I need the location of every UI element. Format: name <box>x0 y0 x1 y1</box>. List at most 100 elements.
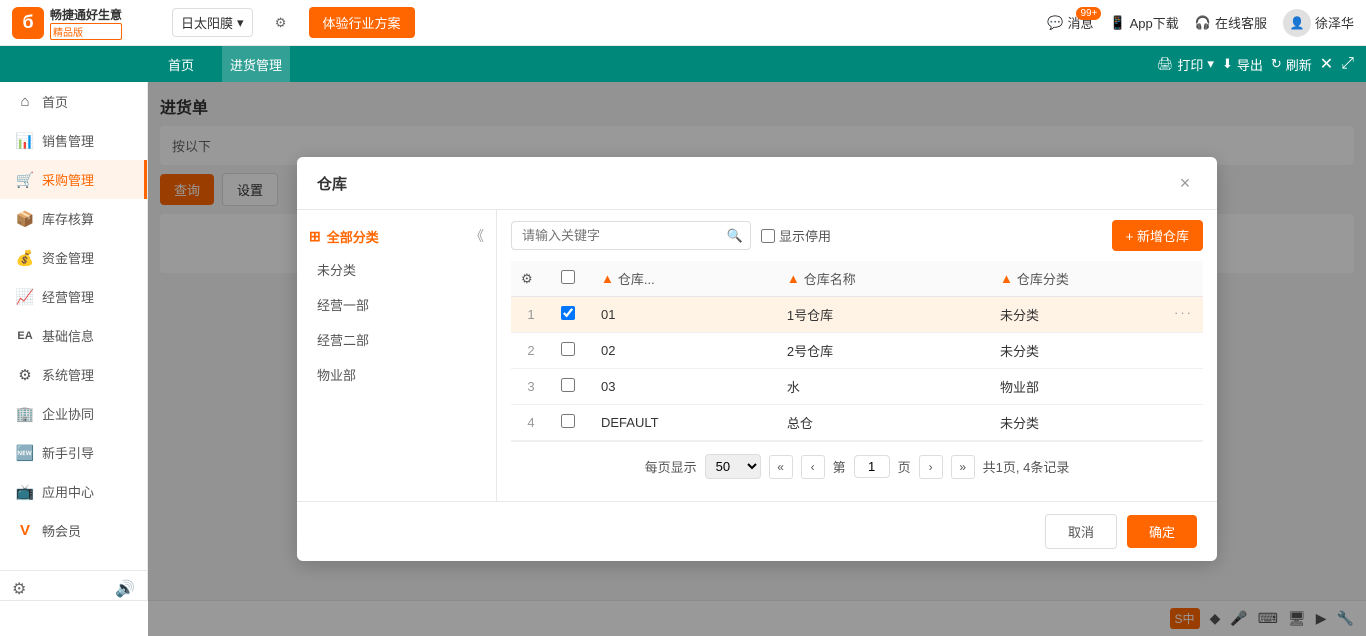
app-download-item[interactable]: 📱 App下载 <box>1109 13 1178 32</box>
sort-icon-category: ▲ <box>1000 271 1013 286</box>
category-item-ops2[interactable]: 经营二部 <box>297 322 496 357</box>
notification-item[interactable]: 💬 消息 99+ <box>1047 13 1093 32</box>
print-action[interactable]: 🖨 打印 ▾ <box>1157 55 1214 74</box>
purchase-icon: 🛒 <box>16 171 34 189</box>
modal-close-button[interactable]: × <box>1173 171 1197 195</box>
show-disabled-checkbox-label[interactable]: 显示停用 <box>761 226 831 245</box>
row-code-1: 02 <box>591 333 777 369</box>
page-number-input[interactable] <box>854 455 890 478</box>
home-icon: ⌂ <box>16 93 34 111</box>
content-area: 进货单 按以下 查询 设置 暂无数据 仓库 × <box>148 82 1366 636</box>
search-input-wrap: 🔍 <box>511 221 751 250</box>
first-page-button[interactable]: « <box>769 455 793 479</box>
trial-button[interactable]: 体验行业方案 <box>309 7 415 38</box>
modal-table-wrapper: ⚙ ▲ 仓库... <box>511 261 1203 441</box>
show-disabled-checkbox[interactable] <box>761 229 775 243</box>
all-category-button[interactable]: ⊞ 全部分类 <box>309 227 379 246</box>
second-nav-actions: 🖨 打印 ▾ ⬇ 导出 ↻ 刷新 ✕ ⤢ <box>1157 54 1354 74</box>
sales-icon: 📊 <box>16 132 34 150</box>
table-row[interactable]: 1 01 1号仓库 未分类 ··· <box>511 297 1203 333</box>
avatar: 👤 <box>1283 9 1311 37</box>
row-name-3: 总仓 <box>777 405 990 441</box>
row-category-0: 未分类 ··· <box>990 297 1203 333</box>
collapse-icon[interactable]: 《 <box>470 226 484 246</box>
export-action[interactable]: ⬇ 导出 <box>1222 55 1263 74</box>
modal-title: 仓库 <box>317 173 347 194</box>
tab-purchase[interactable]: 进货管理 <box>222 46 290 82</box>
sidebar-item-appcenter[interactable]: 📺 应用中心 <box>0 472 147 511</box>
row-checkbox-1[interactable] <box>551 333 591 369</box>
tab-home[interactable]: 首页 <box>160 46 202 82</box>
sidebar-item-base[interactable]: EA 基础信息 <box>0 316 147 355</box>
close-tab-button[interactable]: ✕ <box>1320 54 1333 74</box>
search-icon[interactable]: 🔍 <box>727 228 743 244</box>
user-item[interactable]: 👤 徐泽华 <box>1283 9 1354 37</box>
print-icon: 🖨 <box>1157 56 1174 72</box>
guide-icon: 🆕 <box>16 444 34 462</box>
online-service-item[interactable]: 🎧 在线客服 <box>1195 13 1267 32</box>
modal-header: 仓库 × <box>297 157 1217 210</box>
sort-icon-name: ▲ <box>787 271 800 286</box>
sidebar-item-purchase[interactable]: 🛒 采购管理 <box>0 160 147 199</box>
refresh-icon: ↻ <box>1271 56 1282 72</box>
table-row[interactable]: 4 DEFAULT 总仓 未分类 <box>511 405 1203 441</box>
sidebar-item-company[interactable]: 🏢 企业协同 <box>0 394 147 433</box>
sidebar: ⌂ 首页 📊 销售管理 🛒 采购管理 📦 库存核算 💰 资金管理 📈 经营管理 … <box>0 82 148 636</box>
logo-icon: б <box>12 7 44 39</box>
category-item-property[interactable]: 物业部 <box>297 357 496 392</box>
sidebar-item-system[interactable]: ⚙ 系统管理 <box>0 355 147 394</box>
sidebar-item-home[interactable]: ⌂ 首页 <box>0 82 147 121</box>
sidebar-item-sales[interactable]: 📊 销售管理 <box>0 121 147 160</box>
table-row[interactable]: 2 02 2号仓库 未分类 <box>511 333 1203 369</box>
prev-page-button[interactable]: ‹ <box>801 455 825 479</box>
member-icon: V <box>16 522 34 540</box>
nav-right: 💬 消息 99+ 📱 App下载 🎧 在线客服 👤 徐泽华 <box>1047 9 1354 37</box>
add-warehouse-button[interactable]: + 新增仓库 <box>1112 220 1203 251</box>
modal-footer: 取消 确定 <box>297 501 1217 561</box>
cancel-button[interactable]: 取消 <box>1045 514 1117 549</box>
headset-icon: 🎧 <box>1195 15 1211 31</box>
row-name-2: 水 <box>777 369 990 405</box>
modal-body: ⊞ 全部分类 《 未分类 经营一部 经营二部 物业部 <box>297 210 1217 501</box>
row-no-1: 2 <box>511 333 551 369</box>
expand-button[interactable]: ⤢ <box>1341 55 1354 73</box>
refresh-action[interactable]: ↻ 刷新 <box>1271 55 1312 74</box>
sidebar-item-member[interactable]: V 畅会员 <box>0 511 147 550</box>
row-checkbox-2[interactable] <box>551 369 591 405</box>
category-item-unclassified[interactable]: 未分类 <box>297 252 496 287</box>
row-checkbox-0[interactable] <box>551 297 591 333</box>
table-row[interactable]: 3 03 水 物业部 <box>511 369 1203 405</box>
sidebar-item-operation[interactable]: 📈 经营管理 <box>0 277 147 316</box>
sidebar-item-inventory[interactable]: 📦 库存核算 <box>0 199 147 238</box>
sort-icon-code: ▲ <box>601 271 614 286</box>
modal-warehouse: 仓库 × ⊞ 全部分类 《 未分类 <box>297 157 1217 561</box>
logo-text: 畅捷通好生意 精品版 <box>50 6 122 40</box>
logo-area: б 畅捷通好生意 精品版 <box>12 6 160 40</box>
modal-overlay[interactable]: 仓库 × ⊞ 全部分类 《 未分类 <box>148 82 1366 636</box>
system-icon: ⚙ <box>16 366 34 384</box>
page-size-select[interactable]: 50 10 20 100 <box>705 454 761 479</box>
select-all-checkbox[interactable] <box>561 270 575 284</box>
store-selector[interactable]: 日太阳膜 ▾ <box>172 8 253 37</box>
next-page-button[interactable]: › <box>919 455 943 479</box>
chevron-icon: ▾ <box>1207 56 1214 72</box>
confirm-button[interactable]: 确定 <box>1127 515 1197 548</box>
settings-icon[interactable]: ⚙ <box>265 7 297 39</box>
category-item-ops1[interactable]: 经营一部 <box>297 287 496 322</box>
row-code-2: 03 <box>591 369 777 405</box>
th-category: ▲ 仓库分类 <box>990 261 1203 297</box>
appcenter-icon: 📺 <box>16 483 34 501</box>
operation-icon: 📈 <box>16 288 34 306</box>
sidebar-item-guide[interactable]: 🆕 新手引导 <box>0 433 147 472</box>
search-input[interactable] <box>511 221 751 250</box>
speaker-icon[interactable]: 🔊 <box>115 579 135 599</box>
row-name-0: 1号仓库 <box>777 297 990 333</box>
th-settings: ⚙ <box>511 261 551 297</box>
row-category-3: 未分类 <box>990 405 1203 441</box>
settings-bottom-icon[interactable]: ⚙ <box>12 579 26 599</box>
th-checkbox <box>551 261 591 297</box>
row-code-0: 01 <box>591 297 777 333</box>
last-page-button[interactable]: » <box>951 455 975 479</box>
row-checkbox-3[interactable] <box>551 405 591 441</box>
sidebar-item-finance[interactable]: 💰 资金管理 <box>0 238 147 277</box>
